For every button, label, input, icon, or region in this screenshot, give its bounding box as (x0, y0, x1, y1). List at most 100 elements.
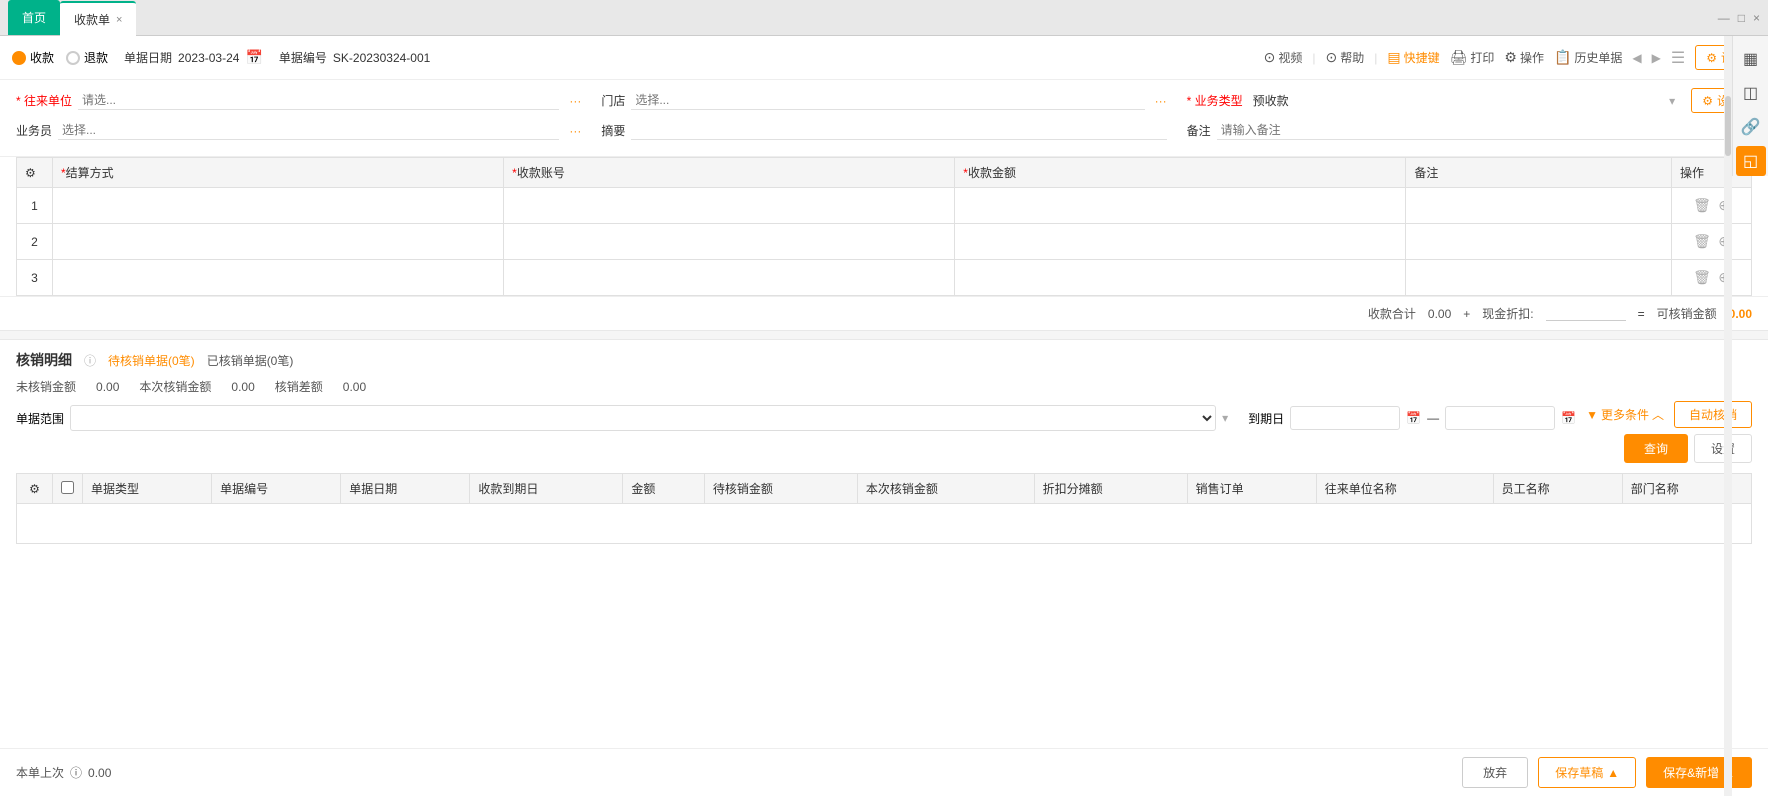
delete-row-2-btn[interactable]: 🗑 (1693, 233, 1711, 250)
minimize-btn[interactable]: — (1718, 11, 1730, 25)
summary-input[interactable] (631, 121, 1166, 140)
voucher-range-dropdown[interactable]: ▾ (1222, 411, 1228, 425)
date-to-input[interactable]: 2022-04-12 (1445, 406, 1555, 430)
receipt-refund-toggle: 收款 退款 (12, 49, 108, 66)
calendar-icon[interactable]: 📅 (245, 49, 262, 66)
subtotal-value: 0.00 (1428, 307, 1451, 321)
account-3[interactable] (504, 260, 955, 296)
scrollbar-thumb[interactable] (1725, 96, 1731, 156)
delete-row-3-btn[interactable]: 🗑 (1693, 269, 1711, 286)
equals-symbol: = (1638, 307, 1645, 321)
prev-info-icon[interactable]: ⓘ (70, 764, 82, 781)
date-range-field: 到期日 2022-04-01 📅 — 2022-04-12 📅 (1248, 406, 1576, 430)
table-row: 3 🗑 ⊕ (17, 260, 1752, 296)
done-tab[interactable]: 已核销单据(0笔) (207, 352, 294, 369)
filter-icon: ▼ (1586, 408, 1598, 422)
btcol-amount: 金额 (623, 474, 704, 504)
sep2: | (1374, 51, 1377, 65)
store-label: 门店 (601, 92, 625, 109)
operations-btn[interactable]: ⚙ 操作 (1504, 49, 1544, 66)
tab-home[interactable]: 首页 (8, 0, 60, 35)
delete-row-1-btn[interactable]: 🗑 (1693, 197, 1711, 214)
select-all-checkbox[interactable] (61, 481, 74, 494)
right-panel-btn-2[interactable]: ◫ (1736, 78, 1766, 108)
right-panel-btn-1[interactable]: ▦ (1736, 44, 1766, 74)
date-from-input[interactable]: 2022-04-01 (1290, 406, 1400, 430)
auto-recon-btn[interactable]: 自动核销 (1674, 401, 1752, 428)
nav-right-icon[interactable]: ▶ (1652, 51, 1661, 65)
settlement-3[interactable] (53, 260, 504, 296)
account-2[interactable] (504, 224, 955, 260)
partner-input[interactable] (78, 91, 559, 110)
staff-more-icon[interactable]: ··· (569, 124, 581, 138)
print-label: 打印 (1470, 49, 1494, 66)
list-view-icon[interactable]: ☰ (1671, 48, 1685, 68)
recon-info-icon[interactable]: ⓘ (84, 352, 96, 369)
print-btn[interactable]: 🖨 打印 (1450, 49, 1495, 66)
note-2[interactable] (1406, 224, 1672, 260)
save-new-btn[interactable]: 保存&新增 ▲ (1646, 757, 1752, 788)
ops-3: 🗑 ⊕ (1672, 260, 1752, 296)
btcol-type: 单据类型 (83, 474, 212, 504)
nav-left-icon[interactable]: ◀ (1632, 51, 1641, 65)
amount-1[interactable] (955, 188, 1406, 224)
abandon-btn[interactable]: 放弃 (1462, 757, 1528, 788)
maximize-btn[interactable]: □ (1738, 11, 1745, 25)
refund-radio[interactable]: 退款 (66, 49, 108, 66)
voucher-range-field: 单据范围 ▾ (16, 405, 1228, 431)
business-type-dropdown-icon[interactable]: ▾ (1669, 94, 1675, 108)
note-3[interactable] (1406, 260, 1672, 296)
settlement-2[interactable] (53, 224, 504, 260)
shortcut-icon: ▤ (1387, 49, 1400, 66)
staff-input[interactable] (58, 121, 559, 140)
window-close-btn[interactable]: × (1753, 11, 1760, 25)
number-value[interactable]: SK-20230324-001 (333, 51, 430, 65)
right-scrollbar (1724, 36, 1732, 796)
notes-label: 备注 (1187, 122, 1211, 139)
btcol-number: 单据编号 (212, 474, 341, 504)
receipt-radio[interactable]: 收款 (12, 49, 54, 66)
note-1[interactable] (1406, 188, 1672, 224)
right-panel-btn-4[interactable]: ◱ (1736, 146, 1766, 176)
pending-tab[interactable]: 待核销单据(0笔) (108, 352, 195, 369)
btcol-gear[interactable]: ⚙ (17, 474, 53, 504)
bottom-table-area: ⚙ 单据类型 单据编号 单据日期 收款到期日 金额 待核销金额 本次核销金额 折… (0, 473, 1768, 544)
tab-receipt[interactable]: 收款单 × (60, 1, 136, 36)
voucher-range-select[interactable] (70, 405, 1216, 431)
amount-3[interactable] (955, 260, 1406, 296)
btcol-checkbox[interactable] (53, 474, 83, 504)
discount-input[interactable] (1546, 306, 1626, 321)
notes-input[interactable] (1217, 121, 1752, 140)
more-conditions-btn[interactable]: ▼ 更多条件 ︿ (1586, 406, 1664, 423)
unrecon-value: 0.00 (96, 380, 119, 394)
gear-bt-icon[interactable]: ⚙ (29, 482, 40, 496)
calendar-to-icon[interactable]: 📅 (1561, 411, 1576, 425)
tab-home-label: 首页 (22, 9, 46, 26)
help-btn[interactable]: ⊙ 帮助 (1325, 49, 1364, 66)
section-divider (0, 330, 1768, 340)
summary-field: 摘要 (601, 121, 1166, 140)
history-btn[interactable]: 📋 历史单据 (1554, 49, 1622, 66)
gear-col-icon[interactable]: ⚙ (25, 166, 36, 180)
store-more-icon[interactable]: ··· (1155, 94, 1167, 108)
tab-close-icon[interactable]: × (116, 14, 122, 26)
query-btn[interactable]: 查询 (1624, 434, 1688, 463)
business-type-label: * 业务类型 (1187, 92, 1243, 109)
gear-settings-icon: ⚙ (1706, 51, 1717, 65)
shortcut-btn[interactable]: ▤ 快捷键 (1387, 49, 1439, 66)
reconcile-label: 可核销金额 (1657, 305, 1717, 322)
settlement-1[interactable] (53, 188, 504, 224)
date-value[interactable]: 2023-03-24 (178, 51, 239, 65)
account-1[interactable] (504, 188, 955, 224)
partner-more-icon[interactable]: ··· (569, 94, 581, 108)
video-btn[interactable]: ⊙ 视频 (1264, 49, 1303, 66)
bottom-table-empty-row (17, 504, 1752, 544)
store-input[interactable] (631, 91, 1144, 110)
amount-2[interactable] (955, 224, 1406, 260)
right-panel-btn-3[interactable]: 🔗 (1736, 112, 1766, 142)
save-draft-btn[interactable]: 保存草稿 ▲ (1538, 757, 1636, 788)
calendar-from-icon[interactable]: 📅 (1406, 411, 1421, 425)
btcol-discount: 折扣分摊额 (1034, 474, 1187, 504)
col-gear[interactable]: ⚙ (17, 158, 53, 188)
recon-settings-btn[interactable]: 设置 (1694, 434, 1752, 463)
